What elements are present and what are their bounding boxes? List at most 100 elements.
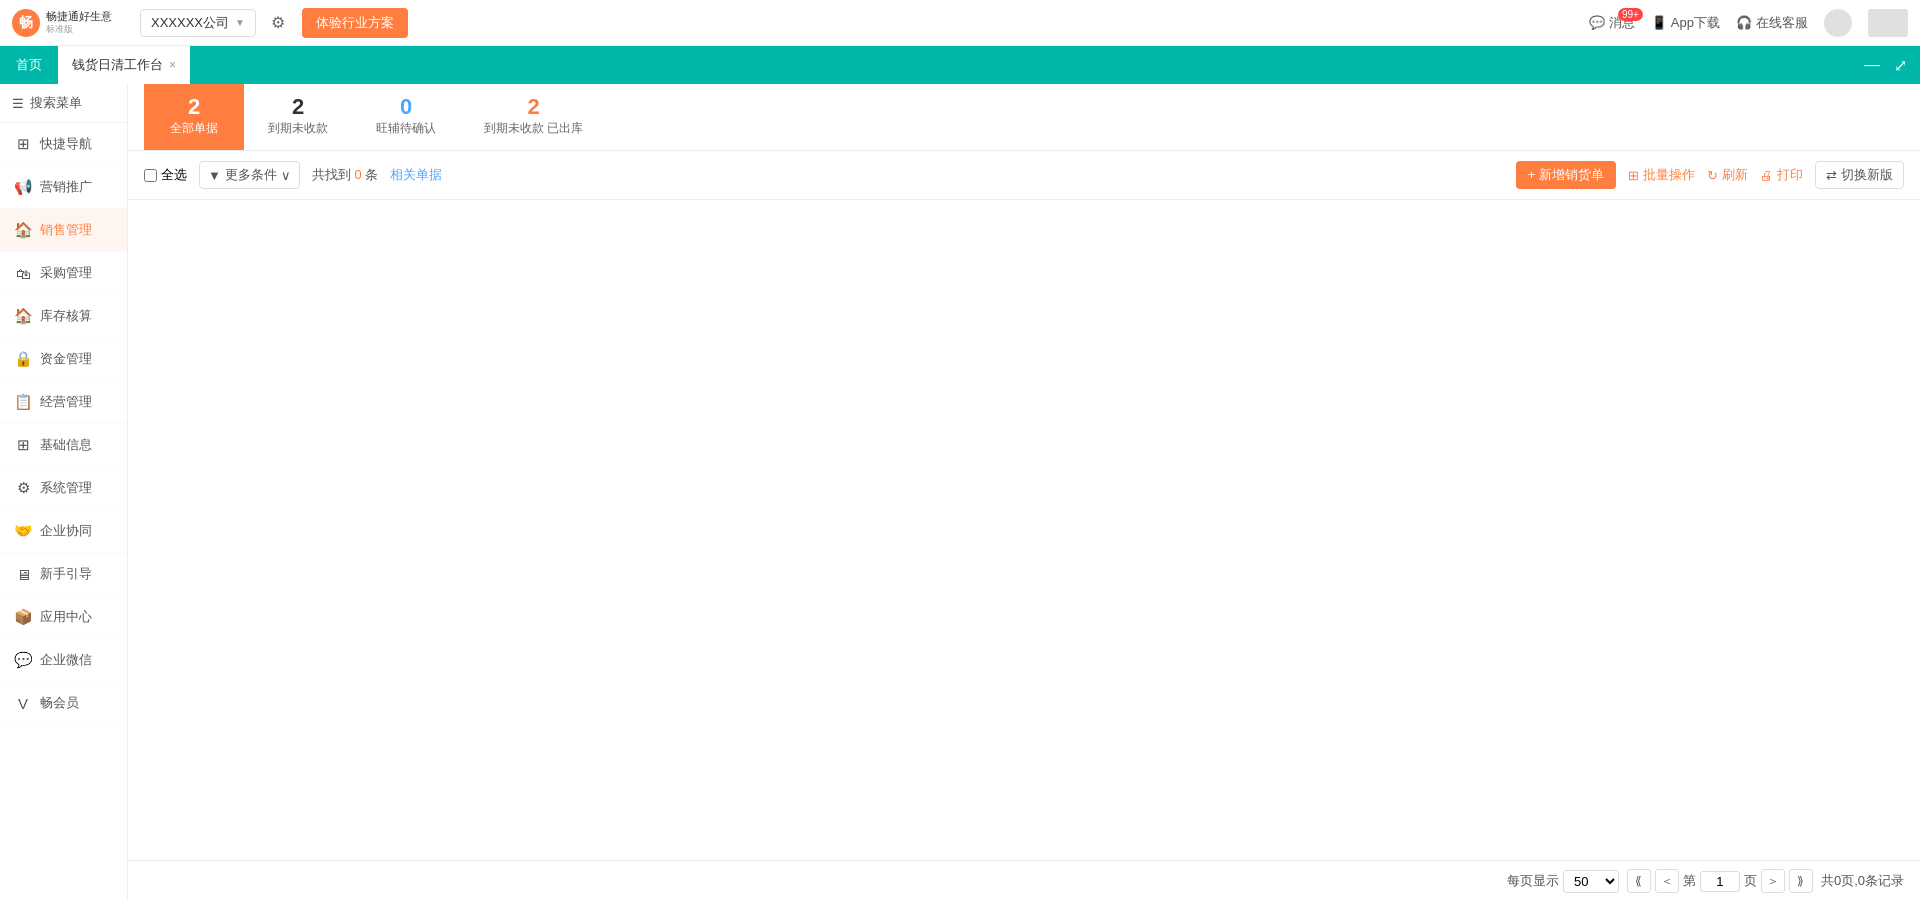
page-size-label: 每页显示 — [1507, 872, 1559, 890]
found-count: 共找到 0 条 — [312, 166, 378, 184]
sidebar: ☰ 搜索菜单 ⊞ 快捷导航 📢 营销推广 🏠 销售管理 🛍 采购管理 🏠 库存核… — [0, 84, 128, 901]
page-label: 第 — [1683, 872, 1696, 890]
batch-button[interactable]: ⊞ 批量操作 — [1628, 166, 1695, 184]
marketing-icon: 📢 — [14, 178, 32, 196]
refresh-label: 刷新 — [1722, 166, 1748, 184]
wechat-icon: 💬 — [14, 651, 32, 669]
print-button[interactable]: 🖨 打印 — [1760, 166, 1803, 184]
sidebar-item-sys[interactable]: ⚙ 系统管理 — [0, 467, 127, 510]
inventory-icon: 🏠 — [14, 307, 32, 325]
chevron-down-icon: ∨ — [281, 168, 291, 183]
tab-right-buttons: — ⤢ — [1860, 53, 1920, 77]
found-prefix: 共找到 — [312, 167, 351, 182]
status-tab-overdue[interactable]: 2 到期未收款 — [244, 84, 352, 150]
search-icon: ☰ — [12, 96, 24, 111]
tab-home[interactable]: 首页 — [0, 46, 58, 84]
sidebar-item-app[interactable]: 📦 应用中心 — [0, 596, 127, 639]
tab-nav: 首页 钱货日清工作台 × — ⤢ — [0, 46, 1920, 84]
sidebar-item-sales[interactable]: 🏠 销售管理 — [0, 209, 127, 252]
checkbox-input[interactable] — [144, 169, 157, 182]
settings-icon[interactable]: ⚙ — [264, 9, 292, 37]
tab-label-all: 全部单据 — [170, 120, 218, 137]
sidebar-item-enterprise[interactable]: 🤝 企业协同 — [0, 510, 127, 553]
sidebar-item-label: 应用中心 — [40, 608, 92, 626]
tab-count-all: 2 — [188, 94, 200, 120]
sidebar-item-label: 经营管理 — [40, 393, 92, 411]
new-order-button[interactable]: + 新增销货单 — [1516, 161, 1616, 189]
sidebar-item-fund[interactable]: 🔒 资金管理 — [0, 338, 127, 381]
tab-label-unshipped: 到期未收款 已出库 — [484, 120, 583, 137]
page-label2: 页 — [1744, 872, 1757, 890]
content-body: 2 全部单据 2 到期未收款 0 旺辅待确认 2 到期未收款 已出库 — [128, 84, 1920, 901]
logo-area: 畅 畅捷通好生意 标准版 — [12, 9, 140, 37]
message-button[interactable]: 💬 消息 99+ — [1589, 14, 1635, 32]
sidebar-item-label: 快捷导航 — [40, 135, 92, 153]
refresh-button[interactable]: ↻ 刷新 — [1707, 166, 1748, 184]
related-link[interactable]: 相关单据 — [390, 166, 442, 184]
tab-label: 钱货日清工作台 — [72, 56, 163, 74]
sidebar-item-inventory[interactable]: 🏠 库存核算 — [0, 295, 127, 338]
experience-button[interactable]: 体验行业方案 — [302, 8, 408, 38]
layout: ☰ 搜索菜单 ⊞ 快捷导航 📢 营销推广 🏠 销售管理 🛍 采购管理 🏠 库存核… — [0, 84, 1920, 901]
page-size-select[interactable]: 50 100 — [1563, 870, 1619, 893]
status-tab-pending[interactable]: 0 旺辅待确认 — [352, 84, 460, 150]
top-header: 畅 畅捷通好生意 标准版 XXXXXX公司 ▼ ⚙ 体验行业方案 💬 消息 99… — [0, 0, 1920, 46]
minimize-icon[interactable]: — — [1860, 53, 1884, 77]
sidebar-item-ops[interactable]: 📋 经营管理 — [0, 381, 127, 424]
sidebar-item-marketing[interactable]: 📢 营销推广 — [0, 166, 127, 209]
sidebar-search[interactable]: ☰ 搜索菜单 — [0, 84, 127, 123]
logo-text: 畅捷通好生意 标准版 — [46, 9, 112, 36]
sidebar-item-label: 营销推广 — [40, 178, 92, 196]
chevron-down-icon: ▼ — [235, 17, 245, 28]
sidebar-item-label: 企业协同 — [40, 522, 92, 540]
search-label: 搜索菜单 — [30, 94, 82, 112]
sidebar-item-base[interactable]: ⊞ 基础信息 — [0, 424, 127, 467]
filter-button[interactable]: ▼ 更多条件 ∨ — [199, 161, 300, 189]
company-selector[interactable]: XXXXXX公司 ▼ — [140, 9, 256, 37]
prev-page-button[interactable]: ＜ — [1655, 869, 1679, 893]
sidebar-item-quick-nav[interactable]: ⊞ 快捷导航 — [0, 123, 127, 166]
status-tab-all[interactable]: 2 全部单据 — [144, 84, 244, 150]
sidebar-item-label: 系统管理 — [40, 479, 92, 497]
guide-icon: 🖥 — [14, 566, 32, 583]
main-content: 2 全部单据 2 到期未收款 0 旺辅待确认 2 到期未收款 已出库 — [128, 84, 1920, 901]
pagination: 每页显示 50 100 ⟪ ＜ 第 页 ＞ ⟫ 共0页,0条记录 — [128, 860, 1920, 901]
select-all-checkbox[interactable]: 全选 — [144, 166, 187, 184]
online-service-button[interactable]: 🎧 在线客服 — [1736, 14, 1808, 32]
sidebar-item-label: 销售管理 — [40, 221, 92, 239]
page-nav: ⟪ ＜ 第 页 ＞ ⟫ — [1627, 869, 1813, 893]
last-page-button[interactable]: ⟫ — [1789, 869, 1813, 893]
sidebar-item-guide[interactable]: 🖥 新手引导 — [0, 553, 127, 596]
header-right: 💬 消息 99+ 📱 App下载 🎧 在线客服 — [1589, 9, 1908, 37]
page-number-input[interactable] — [1700, 871, 1740, 892]
sidebar-item-member[interactable]: V 畅会员 — [0, 682, 127, 725]
sidebar-item-purchase[interactable]: 🛍 采购管理 — [0, 252, 127, 295]
page-size-selector: 每页显示 50 100 — [1507, 870, 1619, 893]
maximize-icon[interactable]: ⤢ — [1888, 53, 1912, 77]
sidebar-item-label: 采购管理 — [40, 264, 92, 282]
app-download-label: App下载 — [1671, 14, 1720, 32]
ops-icon: 📋 — [14, 393, 32, 411]
app-download-button[interactable]: 📱 App下载 — [1651, 14, 1720, 32]
tab-count-pending: 0 — [400, 94, 412, 120]
toolbar-left: 全选 ▼ 更多条件 ∨ 共找到 0 条 相关单据 — [144, 161, 442, 189]
sidebar-item-label: 新手引导 — [40, 565, 92, 583]
company-name: XXXXXX公司 — [151, 14, 229, 32]
first-page-button[interactable]: ⟪ — [1627, 869, 1651, 893]
status-tab-unshipped[interactable]: 2 到期未收款 已出库 — [460, 84, 607, 150]
avatar[interactable] — [1824, 9, 1852, 37]
message-icon: 💬 — [1589, 15, 1605, 30]
toolbar-right: + 新增销货单 ⊞ 批量操作 ↻ 刷新 🖨 打印 ⇄ — [1516, 161, 1904, 189]
select-all-label: 全选 — [161, 166, 187, 184]
next-page-button[interactable]: ＞ — [1761, 869, 1785, 893]
tab-count-overdue: 2 — [292, 94, 304, 120]
found-unit: 条 — [365, 167, 378, 182]
user-info[interactable] — [1868, 9, 1908, 37]
service-icon: 🎧 — [1736, 15, 1752, 30]
tab-active[interactable]: 钱货日清工作台 × — [58, 46, 190, 84]
sidebar-item-label: 畅会员 — [40, 694, 79, 712]
tab-close-button[interactable]: × — [169, 58, 176, 72]
found-number: 0 — [355, 167, 362, 182]
sidebar-item-wechat[interactable]: 💬 企业微信 — [0, 639, 127, 682]
switch-version-button[interactable]: ⇄ 切换新版 — [1815, 161, 1904, 189]
